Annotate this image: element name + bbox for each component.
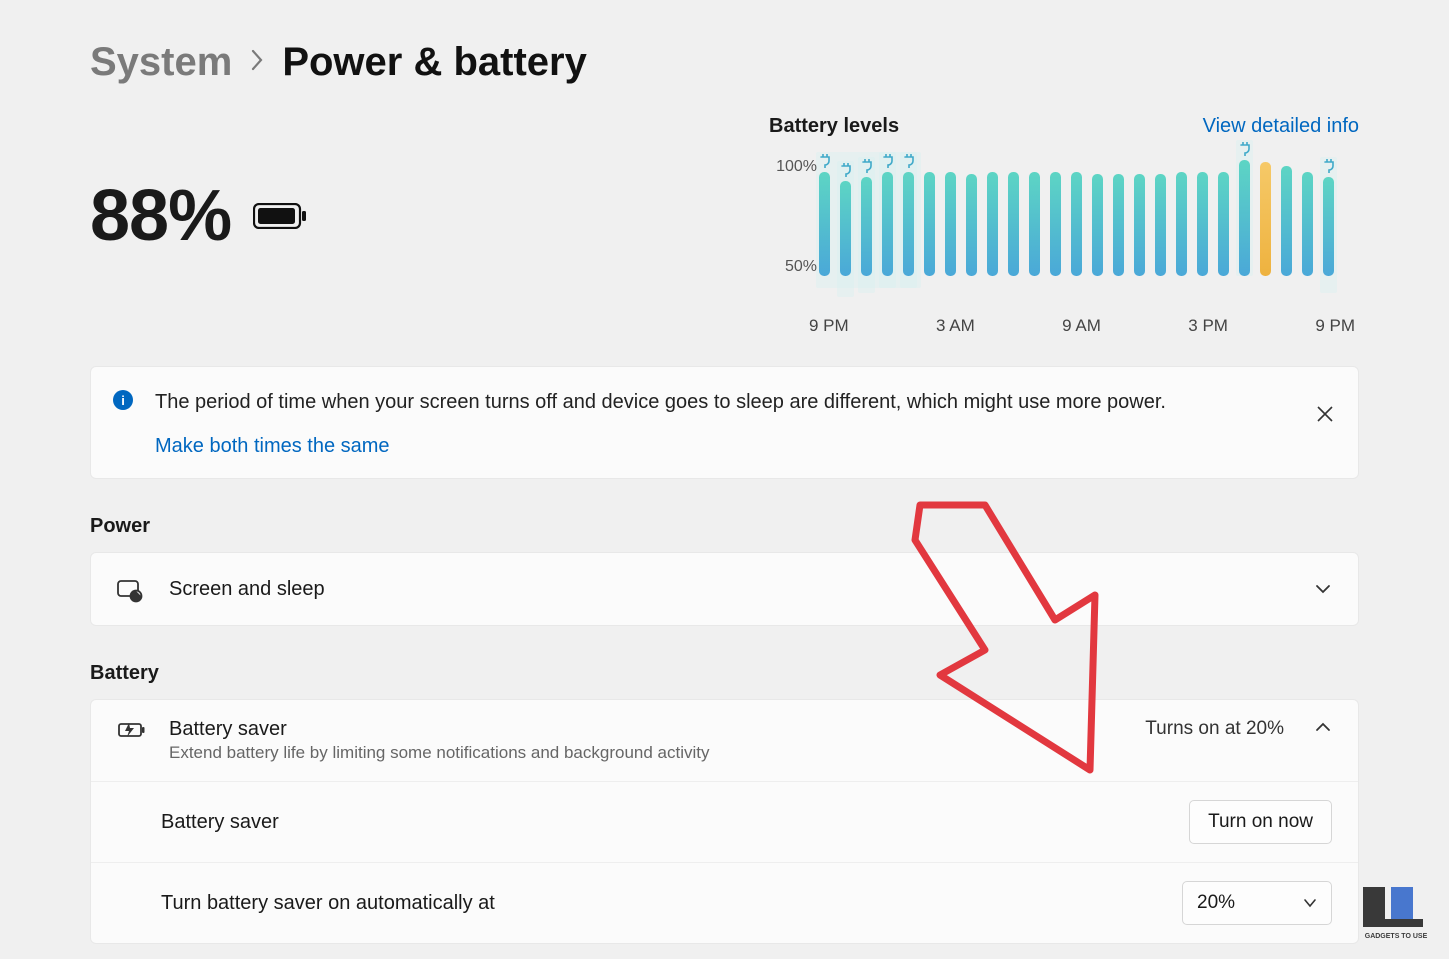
battery-status: 88%: [90, 175, 307, 257]
chart-bar: [1239, 160, 1250, 276]
battery-saver-header-row[interactable]: Battery saver Extend battery life by lim…: [91, 700, 1358, 781]
chart-bar: [924, 172, 935, 276]
power-card: Screen and sleep: [90, 552, 1359, 626]
row-title: Turn battery saver on automatically at: [161, 892, 1156, 915]
info-banner: i The period of time when your screen tu…: [90, 366, 1359, 479]
screen-icon: [117, 577, 143, 603]
chart-bar: [840, 181, 851, 276]
auto-threshold-select[interactable]: 20%: [1182, 881, 1332, 925]
row-title: Screen and sleep: [169, 578, 1288, 601]
chart-bar: [1281, 166, 1292, 276]
chart-bar: [1176, 172, 1187, 276]
watermark-logo: GADGETS TO USE: [1361, 885, 1431, 941]
screen-sleep-row[interactable]: Screen and sleep: [91, 553, 1358, 625]
chart-bars: [819, 146, 1359, 276]
breadcrumb-current: Power & battery: [282, 40, 587, 85]
battery-saver-toggle-row: Battery saver Turn on now: [91, 781, 1358, 862]
breadcrumb-parent[interactable]: System: [90, 40, 232, 85]
chevron-down-icon: [1314, 580, 1332, 598]
row-title: Battery saver: [169, 718, 1119, 741]
chart-bar: [1092, 174, 1103, 276]
view-detailed-link[interactable]: View detailed info: [1203, 115, 1359, 138]
chevron-right-icon: [250, 49, 264, 77]
battery-saver-auto-row: Turn battery saver on automatically at 2…: [91, 862, 1358, 943]
battery-section-heading: Battery: [90, 662, 1359, 685]
chevron-up-icon: [1314, 718, 1332, 736]
chart-bar: [987, 172, 998, 276]
battery-icon: [253, 203, 307, 229]
row-title: Battery saver: [161, 811, 1163, 834]
chart-bar: [1134, 174, 1145, 276]
close-icon[interactable]: [1316, 405, 1334, 423]
plug-icon: [860, 159, 874, 173]
power-section-heading: Power: [90, 515, 1359, 538]
chart-bar: [861, 177, 872, 276]
chart-bar: [1218, 172, 1229, 276]
info-action-link[interactable]: Make both times the same: [155, 435, 390, 458]
plug-icon: [1322, 159, 1336, 173]
chart-bar: [1302, 172, 1313, 276]
chart-bar: [1050, 172, 1061, 276]
plug-icon: [818, 154, 832, 168]
plug-icon: [881, 154, 895, 168]
svg-text:GADGETS TO USE: GADGETS TO USE: [1365, 933, 1428, 940]
breadcrumb: System Power & battery: [90, 40, 1359, 85]
info-icon: i: [113, 390, 133, 410]
chart-bar: [1323, 177, 1334, 276]
info-text: The period of time when your screen turn…: [155, 387, 1166, 417]
plug-icon: [902, 154, 916, 168]
chart-bar: [1071, 172, 1082, 276]
battery-saver-status: Turns on at 20%: [1145, 718, 1284, 740]
chevron-down-icon: [1303, 896, 1317, 910]
battery-card: Battery saver Extend battery life by lim…: [90, 699, 1359, 944]
chart-bar: [1029, 172, 1040, 276]
chart-bar: [966, 174, 977, 276]
battery-saver-icon: [117, 720, 143, 746]
chart-bar: [1008, 172, 1019, 276]
chart-bar: [903, 172, 914, 276]
chart-y-axis: 100% 50%: [769, 146, 817, 276]
battery-chart: Battery levels View detailed info 100% 5…: [769, 115, 1359, 336]
chart-bar: [819, 172, 830, 276]
plug-icon: [1238, 142, 1252, 156]
plug-icon: [839, 163, 853, 177]
select-value: 20%: [1197, 892, 1235, 914]
turn-on-now-button[interactable]: Turn on now: [1189, 800, 1332, 844]
chart-bar: [1197, 172, 1208, 276]
chart-bar: [1113, 174, 1124, 276]
chart-bar: [1260, 162, 1271, 276]
chart-bar: [1155, 174, 1166, 276]
battery-percent: 88%: [90, 175, 231, 257]
chart-bar: [882, 172, 893, 276]
chart-title: Battery levels: [769, 115, 899, 138]
row-subtitle: Extend battery life by limiting some not…: [169, 743, 1119, 763]
chart-bar: [945, 172, 956, 276]
chart-x-axis: 9 PM 3 AM 9 AM 3 PM 9 PM: [769, 316, 1359, 336]
